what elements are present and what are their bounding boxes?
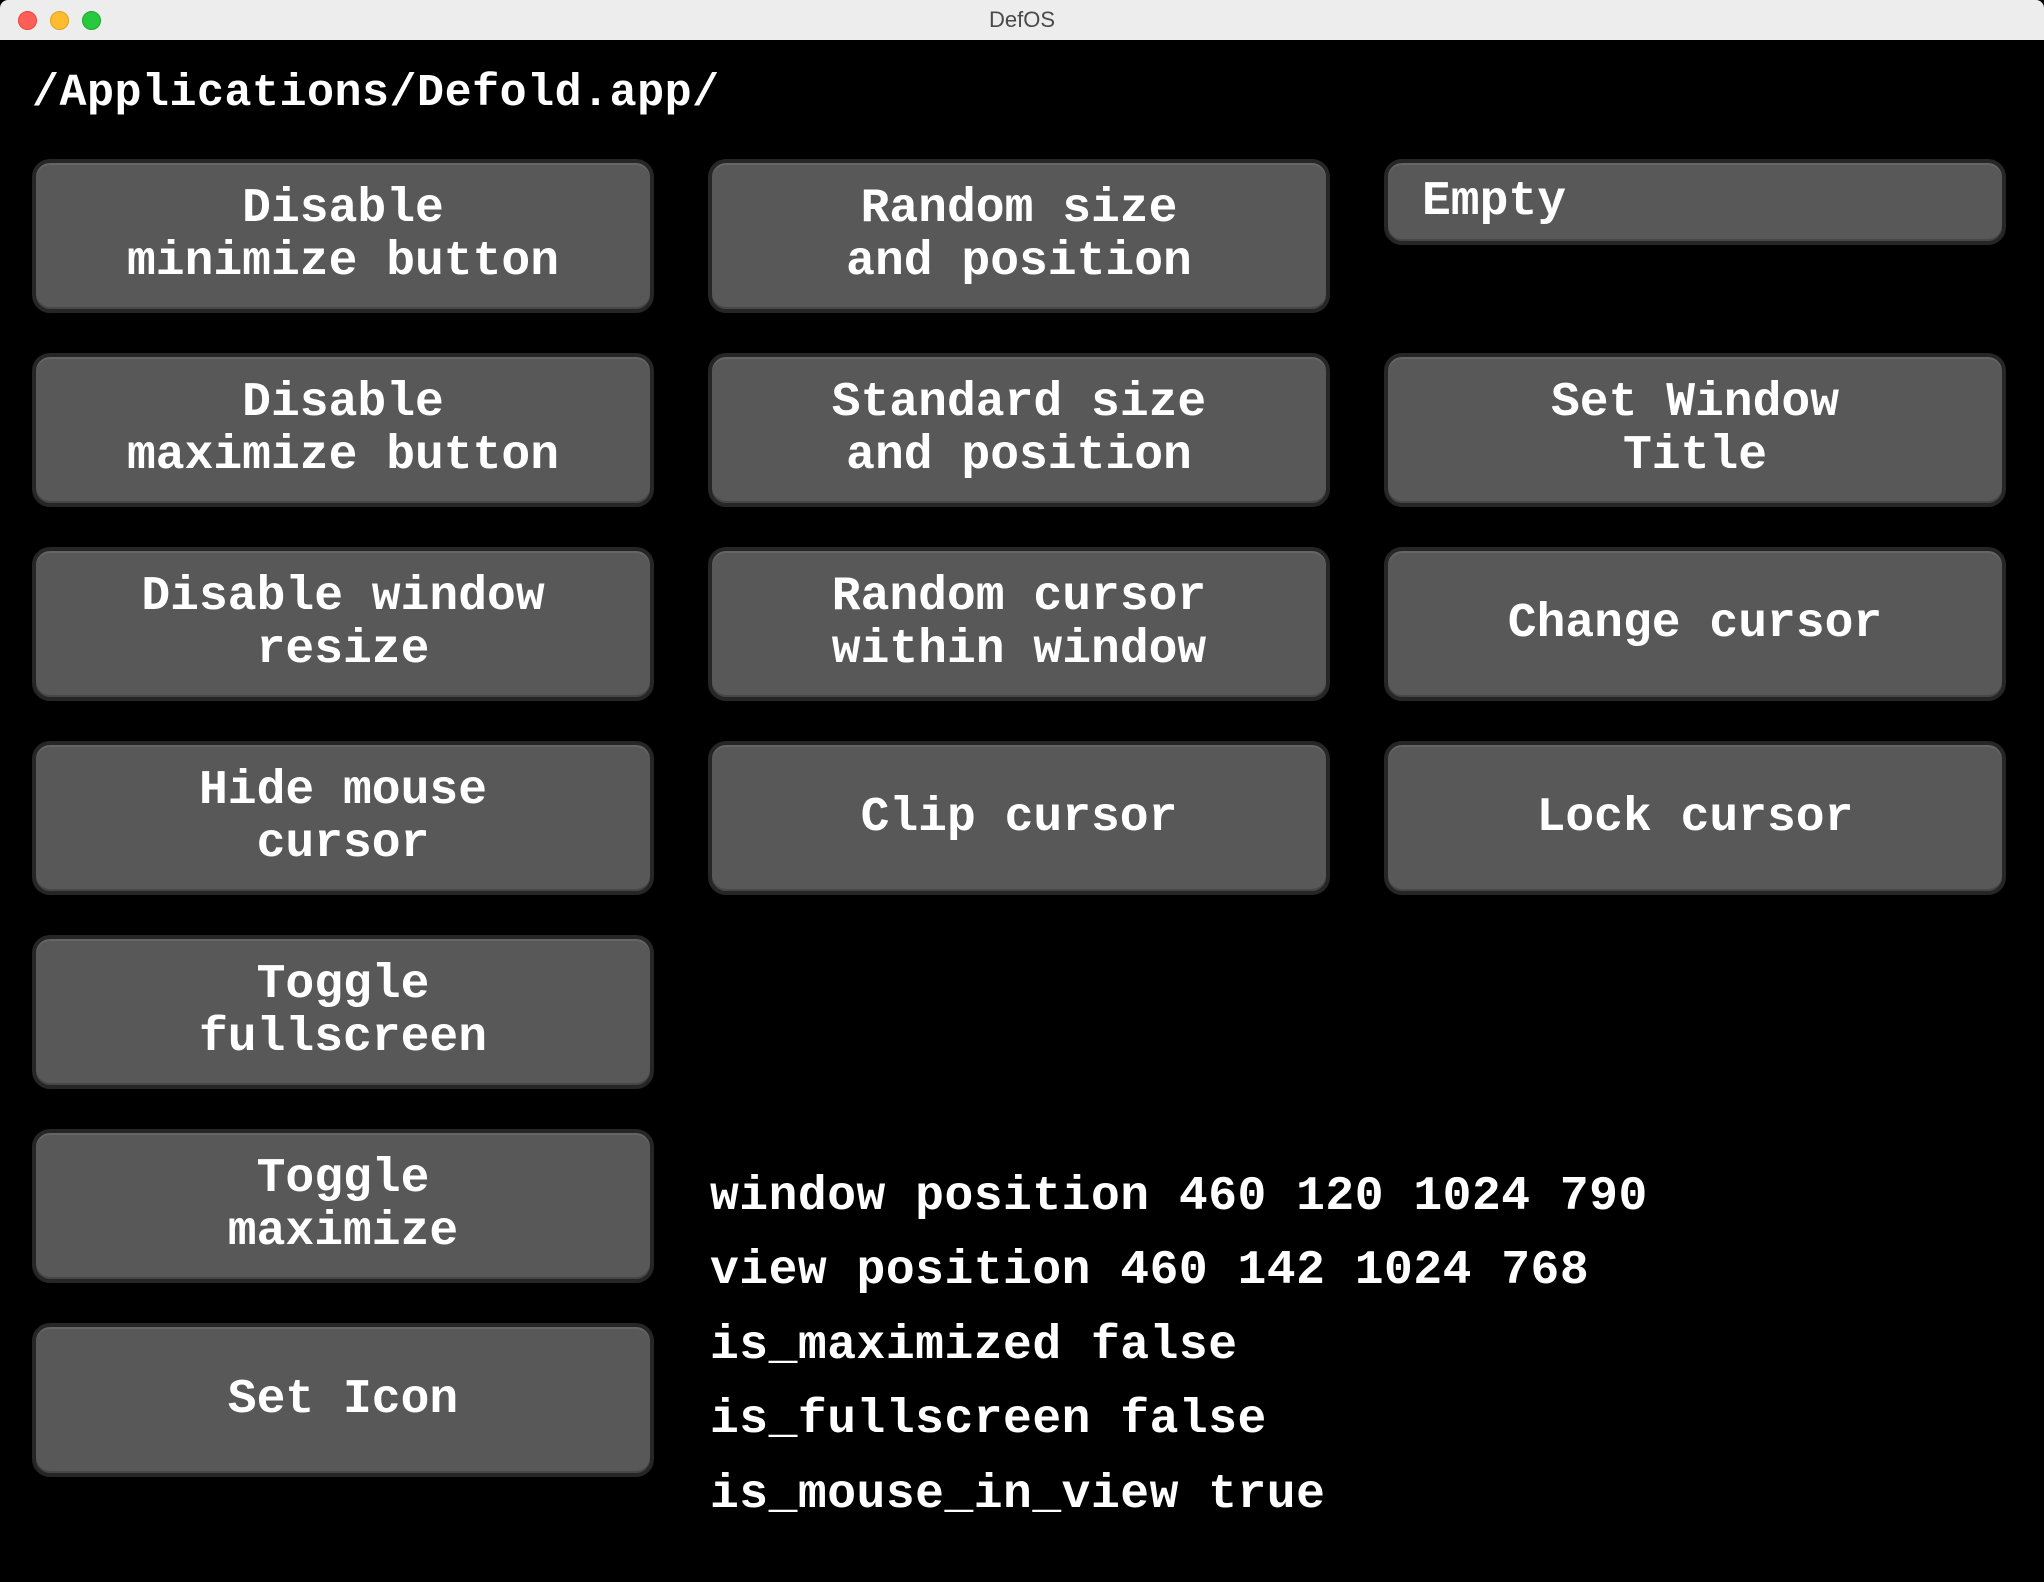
lock-cursor-button[interactable]: Lock cursor: [1384, 741, 2006, 895]
status-value: false: [1120, 1393, 1267, 1447]
disable-window-resize-button[interactable]: Disable window resize: [32, 547, 654, 701]
status-label: window position: [710, 1170, 1150, 1224]
empty-button[interactable]: Empty: [1384, 159, 2006, 245]
status-value: false: [1091, 1319, 1238, 1373]
titlebar[interactable]: DefOS: [0, 0, 2044, 40]
status-label: is_mouse_in_view: [710, 1468, 1179, 1522]
status-is-mouse-in-view: is_mouse_in_view true: [710, 1458, 1648, 1532]
set-icon-button[interactable]: Set Icon: [32, 1323, 654, 1477]
status-readout: window position 460 120 1024 790 view po…: [710, 1160, 1648, 1532]
status-value: 460 142 1024 768: [1120, 1244, 1589, 1298]
status-label: view position: [710, 1244, 1091, 1298]
status-window-position: window position 460 120 1024 790: [710, 1160, 1648, 1234]
status-value: true: [1208, 1468, 1325, 1522]
toggle-maximize-button[interactable]: Toggle maximize: [32, 1129, 654, 1283]
change-cursor-button[interactable]: Change cursor: [1384, 547, 2006, 701]
clip-cursor-button[interactable]: Clip cursor: [708, 741, 1330, 895]
set-window-title-button[interactable]: Set Window Title: [1384, 353, 2006, 507]
status-is-maximized: is_maximized false: [710, 1309, 1648, 1383]
bundle-path-text: /Applications/Defold.app/: [32, 68, 2012, 119]
hide-mouse-cursor-button[interactable]: Hide mouse cursor: [32, 741, 654, 895]
app-window: DefOS /Applications/Defold.app/ Disable …: [0, 0, 2044, 1582]
status-label: is_maximized: [710, 1319, 1062, 1373]
status-view-position: view position 460 142 1024 768: [710, 1234, 1648, 1308]
disable-maximize-button[interactable]: Disable maximize button: [32, 353, 654, 507]
disable-minimize-button[interactable]: Disable minimize button: [32, 159, 654, 313]
toggle-fullscreen-button[interactable]: Toggle fullscreen: [32, 935, 654, 1089]
random-size-position-button[interactable]: Random size and position: [708, 159, 1330, 313]
standard-size-position-button[interactable]: Standard size and position: [708, 353, 1330, 507]
content-area: /Applications/Defold.app/ Disable minimi…: [0, 40, 2044, 1582]
random-cursor-within-window-button[interactable]: Random cursor within window: [708, 547, 1330, 701]
status-is-fullscreen: is_fullscreen false: [710, 1383, 1648, 1457]
status-value: 460 120 1024 790: [1179, 1170, 1648, 1224]
window-title: DefOS: [0, 7, 2044, 33]
status-label: is_fullscreen: [710, 1393, 1091, 1447]
